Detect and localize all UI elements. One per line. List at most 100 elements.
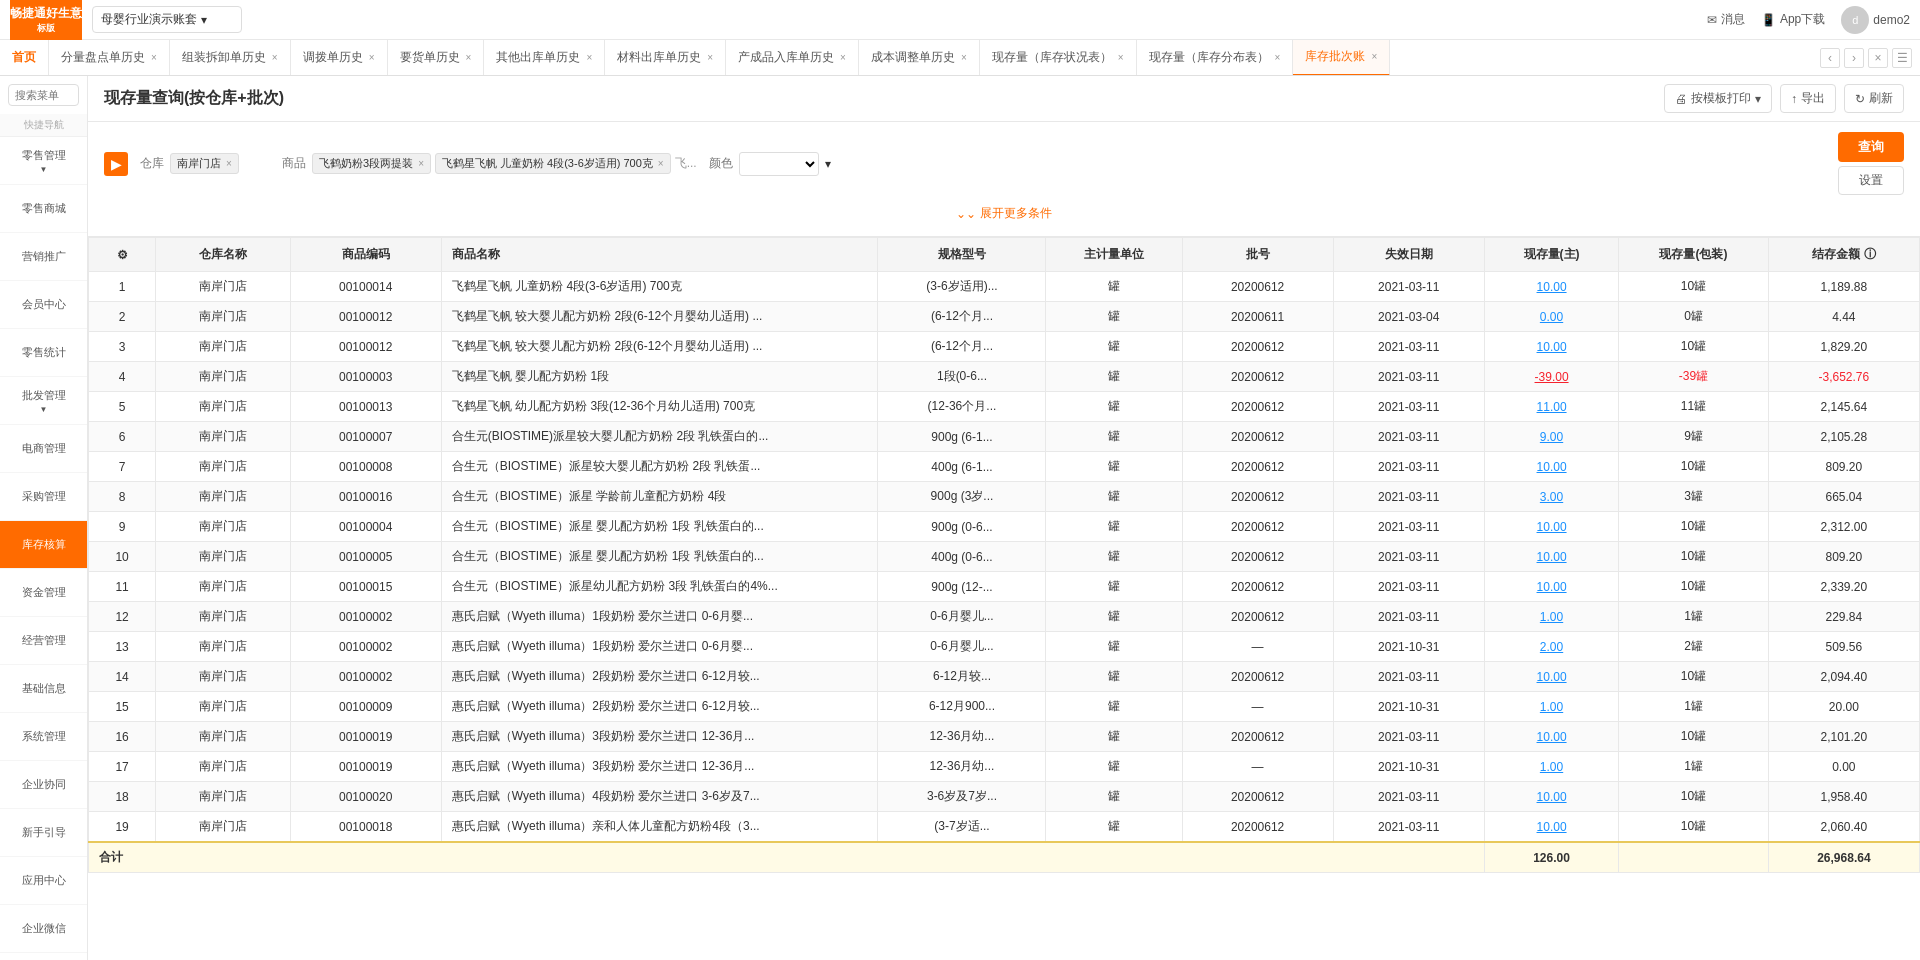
tab-transfer[interactable]: 调拨单历史 × xyxy=(291,40,388,76)
nav-menu-button[interactable]: ☰ xyxy=(1892,48,1912,68)
top-right-bar: ✉ 消息 📱 App下载 d demo2 xyxy=(1707,6,1910,34)
cell-qty-main-11[interactable]: 1.00 xyxy=(1484,602,1618,632)
tab-2-close[interactable]: × xyxy=(272,52,278,63)
tab-6-close[interactable]: × xyxy=(707,52,713,63)
nav-prev-button[interactable]: ‹ xyxy=(1820,48,1840,68)
cell-code-4: 00100013 xyxy=(290,392,441,422)
sidebar-item-retail-stats[interactable]: 零售统计 xyxy=(0,329,87,377)
print-button[interactable]: 🖨 按模板打印 ▾ xyxy=(1664,84,1772,113)
export-button[interactable]: ↑ 导出 xyxy=(1780,84,1836,113)
tab-4-close[interactable]: × xyxy=(466,52,472,63)
color-filter-select[interactable] xyxy=(739,152,819,176)
sidebar-item-inventory[interactable]: 库存核算 xyxy=(0,521,87,569)
cell-qty-main-2[interactable]: 10.00 xyxy=(1484,332,1618,362)
tab-cost-adjust[interactable]: 成本调整单历史 × xyxy=(859,40,980,76)
cell-qty-main-0[interactable]: 10.00 xyxy=(1484,272,1618,302)
cell-name-8: 合生元（BIOSTIME）派星 婴儿配方奶粉 1段 乳铁蛋白的... xyxy=(441,512,878,542)
warehouse-tag-nanang[interactable]: 南岸门店 × xyxy=(170,153,239,174)
cell-qty-main-13[interactable]: 10.00 xyxy=(1484,662,1618,692)
cell-qty-main-7[interactable]: 3.00 xyxy=(1484,482,1618,512)
query-button[interactable]: 查询 xyxy=(1838,132,1904,162)
product-more-dots[interactable]: 飞... xyxy=(675,155,697,172)
nav-next-button[interactable]: › xyxy=(1844,48,1864,68)
cell-warehouse-18: 南岸门店 xyxy=(156,812,290,843)
sidebar-item-wholesale-mgmt[interactable]: 批发管理 ▼ xyxy=(0,377,87,425)
tab-home[interactable]: 首页 xyxy=(0,40,49,76)
cell-qty-main-14[interactable]: 1.00 xyxy=(1484,692,1618,722)
sidebar-item-ecommerce[interactable]: 电商管理 xyxy=(0,425,87,473)
sidebar-item-wechat[interactable]: 企业微信 xyxy=(0,905,87,953)
tab-8-close[interactable]: × xyxy=(961,52,967,63)
tab-6-label: 材料出库单历史 xyxy=(617,49,701,66)
sidebar-item-app-center[interactable]: 应用中心 xyxy=(0,857,87,905)
sidebar-item-retail-mgmt[interactable]: 零售管理 ▼ xyxy=(0,137,87,185)
cell-amount-8: 2,312.00 xyxy=(1768,512,1919,542)
tab-stock-status[interactable]: 现存量（库存状况表） × xyxy=(980,40,1137,76)
cell-qty-main-8[interactable]: 10.00 xyxy=(1484,512,1618,542)
refresh-button[interactable]: ↻ 刷新 xyxy=(1844,84,1904,113)
cell-expiry-7: 2021-03-11 xyxy=(1333,482,1484,512)
table-row: 8 南岸门店 00100016 合生元（BIOSTIME）派星 学龄前儿童配方奶… xyxy=(89,482,1920,512)
filter-toggle-button[interactable]: ▶ xyxy=(104,152,128,176)
expand-more-btn[interactable]: ⌄⌄ 展开更多条件 xyxy=(104,201,1904,226)
cell-qty-pkg-6: 10罐 xyxy=(1619,452,1769,482)
tab-1-close[interactable]: × xyxy=(151,52,157,63)
cell-idx-11: 12 xyxy=(89,602,156,632)
tab-requisition[interactable]: 要货单历史 × xyxy=(388,40,485,76)
cell-code-8: 00100004 xyxy=(290,512,441,542)
cell-qty-main-16[interactable]: 1.00 xyxy=(1484,752,1618,782)
cell-qty-main-15[interactable]: 10.00 xyxy=(1484,722,1618,752)
cell-qty-main-18[interactable]: 10.00 xyxy=(1484,812,1618,843)
search-input[interactable] xyxy=(8,84,79,106)
warehouse-tag-close[interactable]: × xyxy=(226,158,232,169)
sidebar-item-finance[interactable]: 资金管理 xyxy=(0,569,87,617)
user-profile[interactable]: d demo2 xyxy=(1841,6,1910,34)
app-download-button[interactable]: 📱 App下载 xyxy=(1761,11,1825,28)
sidebar-item-members[interactable]: 会员中心 xyxy=(0,281,87,329)
settings-button[interactable]: 设置 xyxy=(1838,166,1904,195)
logo: 畅捷通好生意 标版 xyxy=(10,0,82,40)
tab-3-label: 调拨单历史 xyxy=(303,49,363,66)
sidebar-item-collab[interactable]: 企业协同 xyxy=(0,761,87,809)
tab-material-out[interactable]: 材料出库单历史 × xyxy=(605,40,726,76)
tab-other-out[interactable]: 其他出库单历史 × xyxy=(484,40,605,76)
top-bar: 畅捷通好生意 标版 母婴行业演示账套 ▾ ✉ 消息 📱 App下载 d demo… xyxy=(0,0,1920,40)
tab-batch-stock[interactable]: 库存批次账 × xyxy=(1293,40,1390,76)
sidebar-item-guide[interactable]: 新手引导 xyxy=(0,809,87,857)
sidebar-item-retail-shop[interactable]: 零售商城 xyxy=(0,185,87,233)
tab-5-close[interactable]: × xyxy=(586,52,592,63)
sidebar-item-marketing[interactable]: 营销推广 xyxy=(0,233,87,281)
tab-10-close[interactable]: × xyxy=(1275,52,1281,63)
tab-product-in[interactable]: 产成品入库单历史 × xyxy=(726,40,859,76)
tab-11-close[interactable]: × xyxy=(1371,51,1377,62)
sidebar-item-purchasing[interactable]: 采购管理 xyxy=(0,473,87,521)
tab-inventory-count[interactable]: 分量盘点单历史 × xyxy=(49,40,170,76)
cell-qty-main-3[interactable]: -39.00 xyxy=(1484,362,1618,392)
cell-qty-main-12[interactable]: 2.00 xyxy=(1484,632,1618,662)
cell-qty-main-1[interactable]: 0.00 xyxy=(1484,302,1618,332)
product-tag-1-close[interactable]: × xyxy=(418,158,424,169)
cell-qty-main-5[interactable]: 9.00 xyxy=(1484,422,1618,452)
product-tag-2-close[interactable]: × xyxy=(658,158,664,169)
tab-assembly[interactable]: 组装拆卸单历史 × xyxy=(170,40,291,76)
product-tag-1[interactable]: 飞鹤奶粉3段两提装 × xyxy=(312,153,431,174)
tab-9-close[interactable]: × xyxy=(1118,52,1124,63)
cell-qty-main-6[interactable]: 10.00 xyxy=(1484,452,1618,482)
sidebar-item-operations[interactable]: 经营管理 xyxy=(0,617,87,665)
product-tag-2[interactable]: 飞鹤星飞帆 儿童奶粉 4段(3-6岁适用) 700克 × xyxy=(435,153,671,174)
cell-qty-main-10[interactable]: 10.00 xyxy=(1484,572,1618,602)
cell-qty-main-17[interactable]: 10.00 xyxy=(1484,782,1618,812)
nav-close-button[interactable]: × xyxy=(1868,48,1888,68)
message-button[interactable]: ✉ 消息 xyxy=(1707,11,1745,28)
tenant-selector[interactable]: 母婴行业演示账套 ▾ xyxy=(92,6,242,33)
cell-amount-7: 665.04 xyxy=(1768,482,1919,512)
cell-amount-5: 2,105.28 xyxy=(1768,422,1919,452)
cell-qty-main-9[interactable]: 10.00 xyxy=(1484,542,1618,572)
sidebar-item-membership[interactable]: 畅会员 xyxy=(0,953,87,960)
cell-qty-main-4[interactable]: 11.00 xyxy=(1484,392,1618,422)
sidebar-item-basic-info[interactable]: 基础信息 xyxy=(0,665,87,713)
tab-3-close[interactable]: × xyxy=(369,52,375,63)
tab-stock-dist[interactable]: 现存量（库存分布表） × xyxy=(1137,40,1294,76)
tab-7-close[interactable]: × xyxy=(840,52,846,63)
sidebar-item-system[interactable]: 系统管理 xyxy=(0,713,87,761)
